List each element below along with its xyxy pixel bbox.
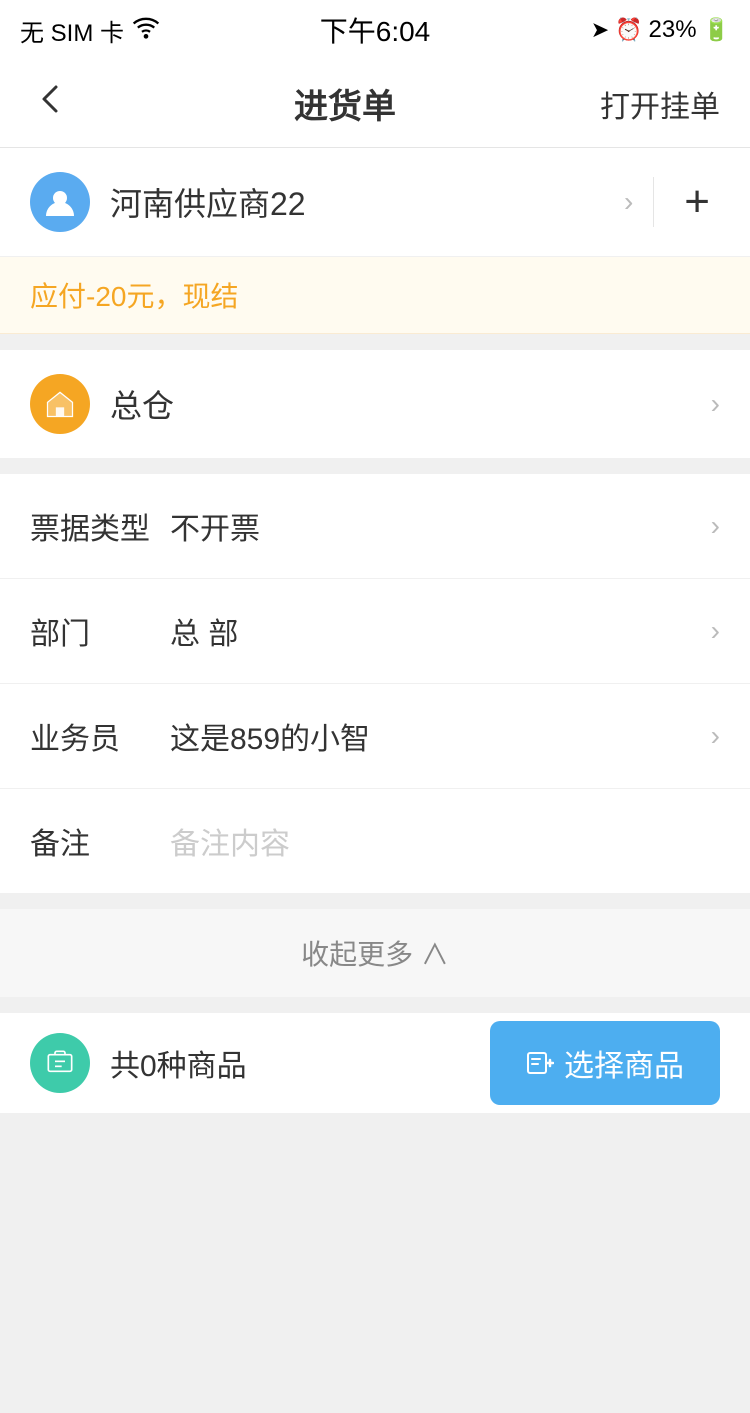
- supplier-avatar: [30, 172, 90, 232]
- supplier-divider: [653, 177, 654, 227]
- location-icon: ➤: [591, 17, 609, 43]
- salesperson-label: 业务员: [30, 714, 170, 758]
- status-time: 下午6:04: [320, 10, 431, 50]
- select-product-button[interactable]: 选择商品: [490, 1021, 720, 1105]
- status-bar: 无 SIM 卡 下午6:04 ➤ ⏰ 23% 🔋: [0, 0, 750, 60]
- department-row[interactable]: 部门 总 部 ›: [0, 579, 750, 684]
- remark-input[interactable]: 备注内容: [170, 819, 720, 863]
- ticket-type-label: 票据类型: [30, 504, 170, 548]
- form-section: 票据类型 不开票 › 部门 总 部 › 业务员 这是859的小智 › 备注 备注…: [0, 474, 750, 893]
- notice-text: 应付-20元，现结: [30, 281, 238, 312]
- remark-label: 备注: [30, 819, 170, 863]
- select-product-label: 选择商品: [564, 1041, 684, 1085]
- department-value: 总 部: [170, 609, 701, 653]
- notice-bar: 应付-20元，现结: [0, 257, 750, 334]
- warehouse-name: 总仓: [110, 381, 701, 427]
- back-button[interactable]: [30, 79, 90, 128]
- department-chevron-icon: ›: [711, 615, 720, 647]
- supplier-chevron-icon: ›: [624, 186, 633, 218]
- warehouse-chevron-icon: ›: [711, 388, 720, 420]
- supplier-card: 河南供应商22 › + 应付-20元，现结: [0, 148, 750, 334]
- wifi-icon: [132, 13, 160, 48]
- salesperson-value: 这是859的小智: [170, 714, 701, 758]
- salesperson-row[interactable]: 业务员 这是859的小智 ›: [0, 684, 750, 789]
- alarm-icon: ⏰: [615, 17, 642, 43]
- warehouse-card: 总仓 ›: [0, 350, 750, 458]
- carrier-label: 无 SIM 卡: [20, 13, 124, 48]
- collapse-label: 收起更多 ∧: [301, 933, 449, 973]
- department-label: 部门: [30, 609, 170, 653]
- page-title: 进货单: [294, 79, 396, 128]
- salesperson-chevron-icon: ›: [711, 720, 720, 752]
- add-supplier-button[interactable]: +: [674, 180, 720, 224]
- supplier-row[interactable]: 河南供应商22 › +: [0, 148, 750, 257]
- status-right: ➤ ⏰ 23% 🔋: [591, 16, 730, 44]
- bottom-bar: 共0种商品 选择商品: [0, 1013, 750, 1113]
- remark-row[interactable]: 备注 备注内容: [0, 789, 750, 893]
- warehouse-icon: [30, 374, 90, 434]
- battery-label: 23%: [649, 16, 697, 44]
- status-left: 无 SIM 卡: [20, 13, 160, 48]
- ticket-type-value: 不开票: [170, 504, 701, 548]
- gray-area: [0, 1113, 750, 1413]
- ticket-type-chevron-icon: ›: [711, 510, 720, 542]
- open-pending-button[interactable]: 打开挂单: [600, 82, 720, 126]
- nav-bar: 进货单 打开挂单: [0, 60, 750, 148]
- product-icon: [30, 1033, 90, 1093]
- warehouse-row[interactable]: 总仓 ›: [0, 350, 750, 458]
- main-content: 河南供应商22 › + 应付-20元，现结 总仓 › 票据类型 不开票: [0, 148, 750, 1413]
- collapse-button[interactable]: 收起更多 ∧: [0, 909, 750, 997]
- product-count: 共0种商品: [110, 1041, 470, 1085]
- battery-icon: 🔋: [703, 17, 730, 43]
- supplier-name: 河南供应商22: [110, 179, 614, 225]
- ticket-type-row[interactable]: 票据类型 不开票 ›: [0, 474, 750, 579]
